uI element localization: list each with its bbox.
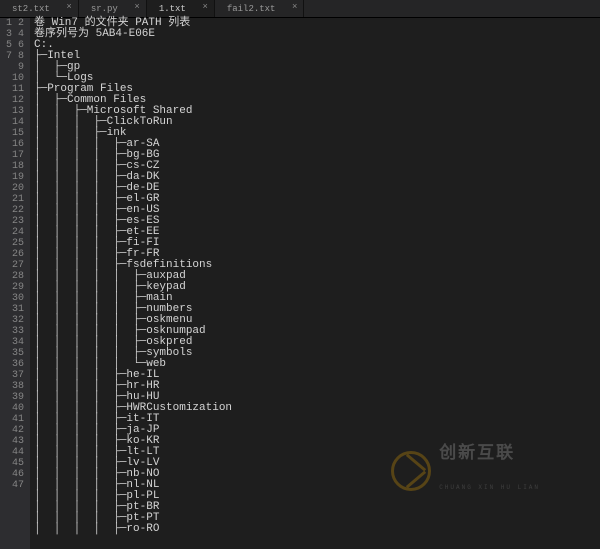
- tab-fail2[interactable]: fail2.txt ×: [215, 0, 305, 17]
- tab-label: 1.txt: [159, 4, 186, 14]
- close-icon[interactable]: ×: [202, 2, 207, 12]
- line-number-gutter: 1 2 3 4 5 6 7 8 9 10 11 12 13 14 15 16 1…: [0, 18, 30, 549]
- tab-st2[interactable]: st2.txt ×: [0, 0, 79, 17]
- code-area[interactable]: 卷 Win7 的文件夹 PATH 列表 卷序列号为 5AB4-E06E C:. …: [30, 18, 600, 549]
- tab-bar: st2.txt × sr.py × 1.txt × fail2.txt ×: [0, 0, 600, 18]
- watermark-en: CHUANG XIN HU LIAN: [439, 482, 540, 493]
- watermark-text: 创新互联 CHUANG XIN HU LIAN: [439, 427, 540, 515]
- watermark-logo-icon: [391, 451, 431, 491]
- close-icon[interactable]: ×: [134, 2, 139, 12]
- tab-label: st2.txt: [12, 4, 50, 14]
- editor-pane: 1 2 3 4 5 6 7 8 9 10 11 12 13 14 15 16 1…: [0, 18, 600, 549]
- close-icon[interactable]: ×: [66, 2, 71, 12]
- tab-1txt[interactable]: 1.txt ×: [147, 0, 215, 17]
- tab-srpy[interactable]: sr.py ×: [79, 0, 147, 17]
- tab-label: sr.py: [91, 4, 118, 14]
- close-icon[interactable]: ×: [292, 2, 297, 12]
- watermark: 创新互联 CHUANG XIN HU LIAN: [391, 427, 540, 515]
- tab-label: fail2.txt: [227, 4, 276, 14]
- watermark-cn: 创新互联: [439, 449, 540, 460]
